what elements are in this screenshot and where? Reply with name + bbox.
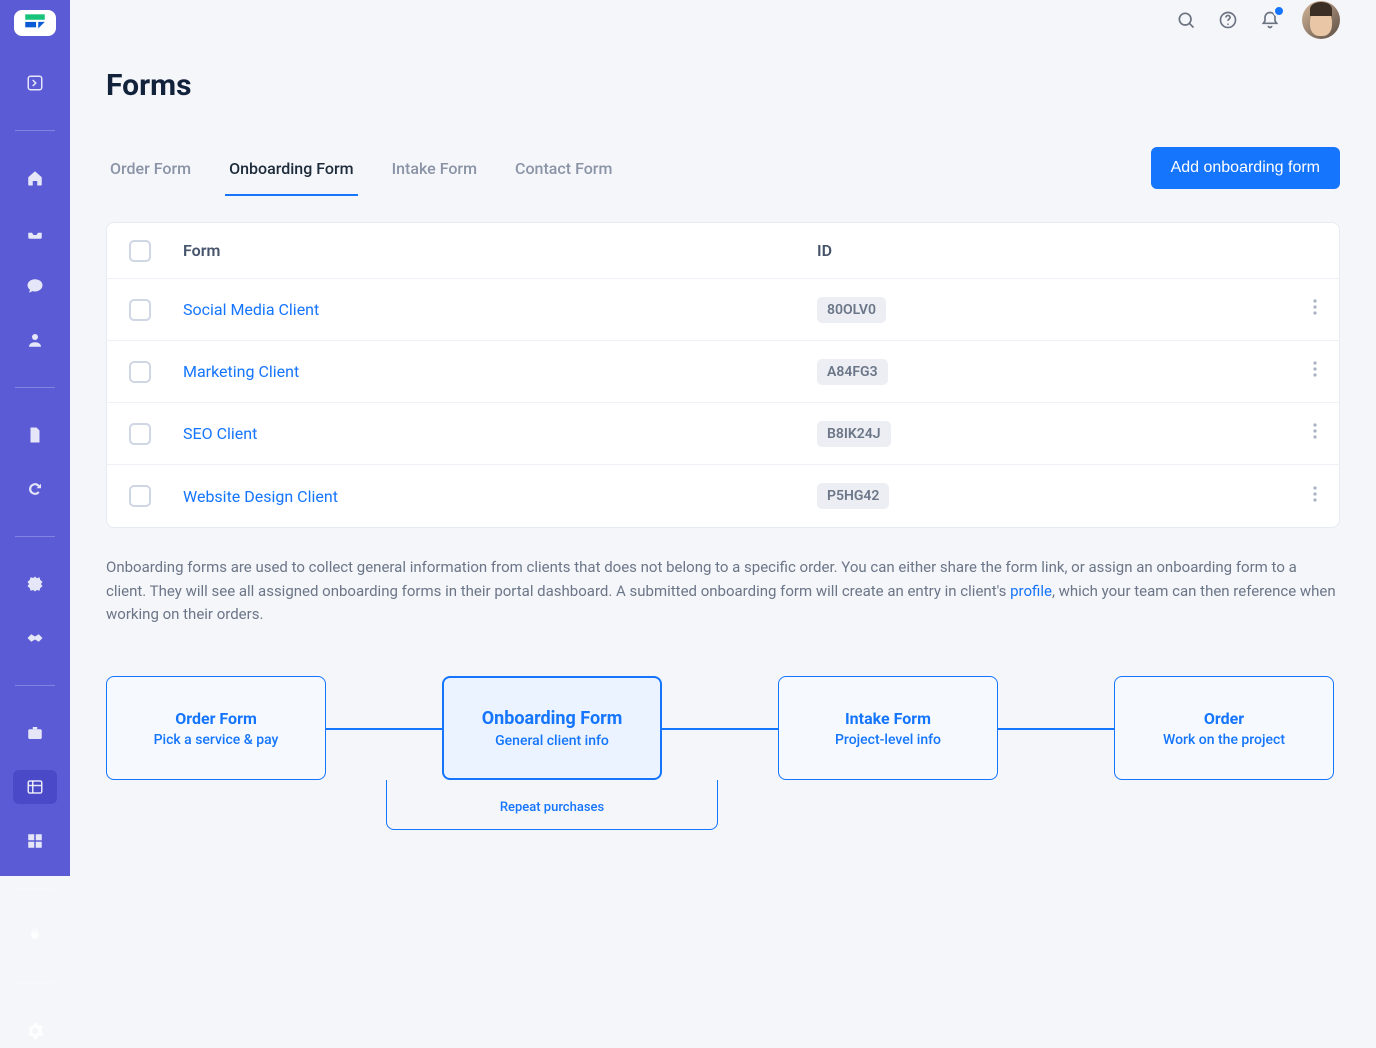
sidebar-home[interactable] — [13, 161, 57, 195]
row-actions-menu[interactable] — [1313, 486, 1317, 507]
more-vertical-icon — [1313, 423, 1317, 439]
wf-onboarding-form: Onboarding Form General client info — [442, 676, 662, 780]
inbox-icon — [26, 223, 44, 241]
plug-icon — [26, 927, 44, 945]
main: Forms Order Form Onboarding Form Intake … — [70, 0, 1376, 876]
sidebar-forms[interactable] — [13, 770, 57, 804]
briefcase-icon — [26, 724, 44, 742]
grid-icon — [26, 832, 44, 850]
header-form: Form — [183, 241, 817, 260]
topbar — [70, 0, 1376, 40]
user-avatar[interactable] — [1302, 1, 1340, 39]
wf-repeat-box: Repeat purchases — [386, 780, 718, 830]
form-id-badge: 80OLV0 — [817, 297, 886, 323]
form-link[interactable]: Social Media Client — [183, 300, 319, 319]
row-actions-menu[interactable] — [1313, 423, 1317, 444]
file-icon — [26, 426, 44, 444]
help-icon — [1218, 10, 1238, 30]
row-checkbox[interactable] — [129, 361, 151, 383]
wf-title: Order Form — [175, 709, 257, 728]
arrow-right-box-icon — [26, 74, 44, 92]
wf-title: Onboarding Form — [482, 708, 623, 729]
wf-sub: Project-level info — [835, 732, 941, 748]
wf-repeat-label: Repeat purchases — [500, 800, 604, 815]
sidebar-briefcase[interactable] — [13, 716, 57, 750]
row-checkbox[interactable] — [129, 299, 151, 321]
row-checkbox[interactable] — [129, 485, 151, 507]
more-vertical-icon — [1313, 299, 1317, 315]
tabs-row: Order Form Onboarding Form Intake Form C… — [106, 147, 1340, 196]
sidebar-refresh[interactable] — [13, 472, 57, 506]
form-link[interactable]: Website Design Client — [183, 487, 338, 506]
user-icon — [26, 331, 44, 349]
search-button[interactable] — [1176, 10, 1196, 30]
sidebar-settings[interactable] — [13, 1014, 57, 1048]
form-id-badge: P5HG42 — [817, 483, 889, 509]
more-vertical-icon — [1313, 361, 1317, 377]
home-icon — [26, 169, 44, 187]
sidebar-apps[interactable] — [13, 824, 57, 858]
help-button[interactable] — [1218, 10, 1238, 30]
chat-icon — [26, 277, 44, 295]
sidebar — [0, 0, 70, 876]
badge-icon — [26, 575, 44, 593]
content: Forms Order Form Onboarding Form Intake … — [70, 40, 1376, 876]
wf-title: Intake Form — [845, 709, 931, 728]
profile-link[interactable]: profile — [1010, 582, 1052, 600]
search-icon — [1176, 10, 1196, 30]
tab-intake-form[interactable]: Intake Form — [388, 149, 481, 196]
row-actions-menu[interactable] — [1313, 361, 1317, 382]
sidebar-chat[interactable] — [13, 269, 57, 303]
wf-line — [998, 728, 1114, 730]
table-icon — [26, 778, 44, 796]
table-row: Social Media Client 80OLV0 — [107, 279, 1339, 341]
add-onboarding-form-button[interactable]: Add onboarding form — [1151, 147, 1340, 189]
tab-onboarding-form[interactable]: Onboarding Form — [225, 149, 358, 196]
wf-intake-form: Intake Form Project-level info — [778, 676, 998, 780]
wf-line — [662, 728, 778, 730]
wf-sub: Pick a service & pay — [154, 732, 279, 748]
sidebar-plugin[interactable] — [13, 919, 57, 953]
refresh-icon — [26, 480, 44, 498]
form-id-badge: B8IK24J — [817, 421, 891, 447]
table-row: Website Design Client P5HG42 — [107, 465, 1339, 527]
notifications-button[interactable] — [1260, 10, 1280, 30]
table-row: SEO Client B8IK24J — [107, 403, 1339, 465]
notification-dot — [1273, 5, 1285, 17]
form-id-badge: A84FG3 — [817, 359, 888, 385]
help-text: Onboarding forms are used to collect gen… — [106, 556, 1340, 626]
wf-order: Order Work on the project — [1114, 676, 1334, 780]
workflow-diagram: Order Form Pick a service & pay Onboardi… — [106, 676, 1340, 836]
table-header: Form ID — [107, 223, 1339, 279]
sidebar-expand[interactable] — [13, 66, 57, 100]
sidebar-handshake[interactable] — [13, 621, 57, 655]
app-logo[interactable] — [14, 10, 56, 36]
wf-sub: General client info — [495, 733, 609, 749]
row-actions-menu[interactable] — [1313, 299, 1317, 320]
sidebar-inbox[interactable] — [13, 215, 57, 249]
form-link[interactable]: SEO Client — [183, 424, 257, 443]
sidebar-discount[interactable] — [13, 567, 57, 601]
wf-sub: Work on the project — [1163, 732, 1285, 748]
gear-icon — [26, 1022, 44, 1040]
sidebar-file[interactable] — [13, 418, 57, 452]
wf-line — [326, 728, 442, 730]
wf-title: Order — [1204, 709, 1244, 728]
more-vertical-icon — [1313, 486, 1317, 502]
tab-order-form[interactable]: Order Form — [106, 149, 195, 196]
forms-table: Form ID Social Media Client 80OLV0 Marke… — [106, 222, 1340, 528]
handshake-icon — [26, 629, 44, 647]
form-link[interactable]: Marketing Client — [183, 362, 299, 381]
tab-contact-form[interactable]: Contact Form — [511, 149, 616, 196]
page-title: Forms — [106, 68, 1340, 103]
wf-order-form: Order Form Pick a service & pay — [106, 676, 326, 780]
sidebar-user[interactable] — [13, 323, 57, 357]
tabs: Order Form Onboarding Form Intake Form C… — [106, 149, 616, 195]
select-all-checkbox[interactable] — [129, 240, 151, 262]
table-row: Marketing Client A84FG3 — [107, 341, 1339, 403]
header-id: ID — [817, 241, 1277, 260]
logo-icon — [22, 10, 48, 36]
row-checkbox[interactable] — [129, 423, 151, 445]
